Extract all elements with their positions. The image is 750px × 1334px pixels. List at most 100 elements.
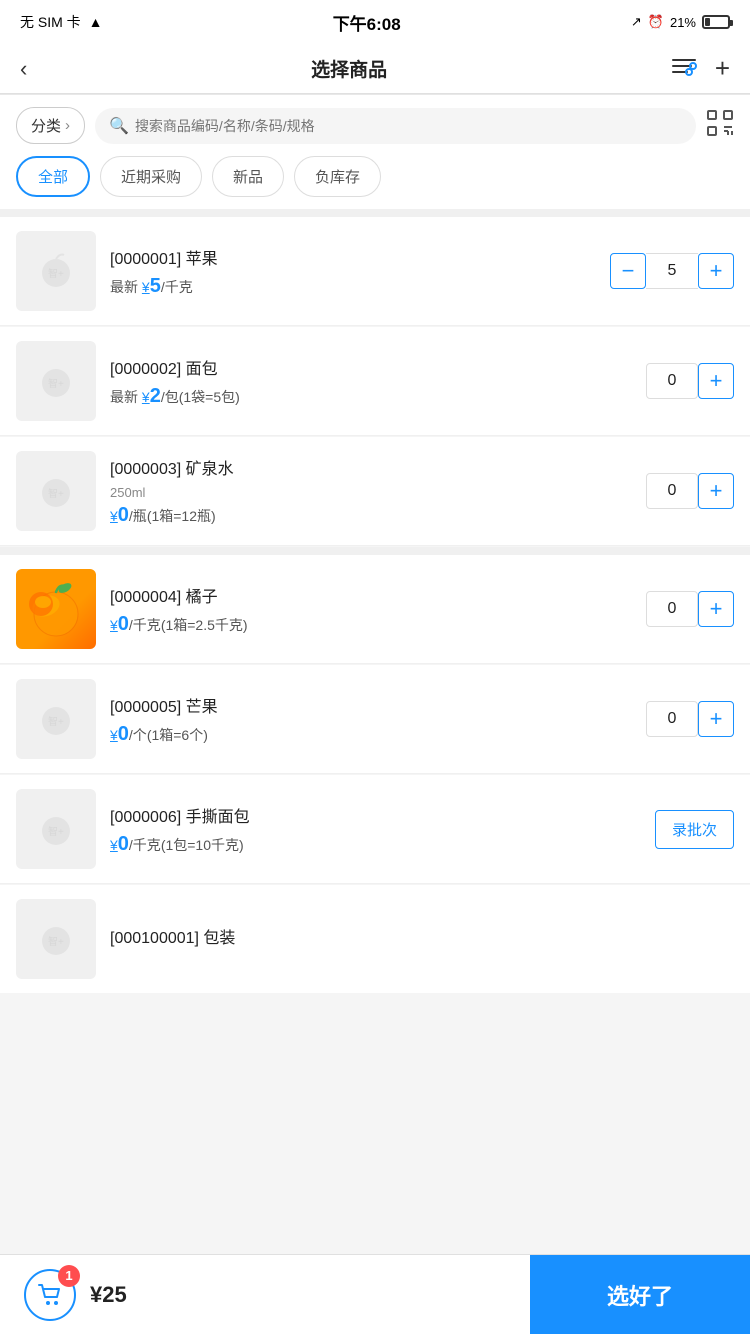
svg-text:智+: 智+ bbox=[48, 487, 64, 500]
tab-recent[interactable]: 近期采购 bbox=[100, 156, 202, 197]
product-image-6: 智+ bbox=[16, 899, 96, 979]
price-num-5: 0 bbox=[118, 833, 129, 855]
product-info-2: [0000003] 矿泉水 250ml ¥0/瓶(1箱=12瓶) bbox=[110, 455, 636, 527]
scan-icon[interactable] bbox=[706, 109, 734, 143]
battery-percent: 21% bbox=[670, 15, 696, 30]
product-actions-5: 录批次 bbox=[655, 810, 734, 849]
tab-all[interactable]: 全部 bbox=[16, 156, 90, 197]
quantity-input-4[interactable] bbox=[646, 701, 698, 737]
product-price-1: 最新 ¥2/包(1袋=5包) bbox=[110, 385, 636, 408]
status-bar: 无 SIM 卡 ▲ 下午6:08 ↗ ⏰ 21% bbox=[0, 0, 750, 44]
status-left: 无 SIM 卡 ▲ bbox=[20, 12, 103, 32]
category-label: 分类 bbox=[31, 115, 61, 136]
table-row: 智+ [0000002] 面包 最新 ¥2/包(1袋=5包) + bbox=[0, 327, 750, 436]
product-image-4: 智+ bbox=[16, 679, 96, 759]
svg-text:智+: 智+ bbox=[48, 267, 64, 280]
product-name-4: [0000005] 芒果 bbox=[110, 693, 636, 717]
table-row: [0000004] 橘子 ¥0/千克(1箱=2.5千克) + bbox=[0, 555, 750, 664]
svg-text:智+: 智+ bbox=[48, 825, 64, 838]
quantity-input-0[interactable] bbox=[646, 253, 698, 289]
product-list: 智+ [0000001] 苹果 最新 ¥5/千克 − + 智+ [0000002… bbox=[0, 217, 750, 1083]
decrement-button-0[interactable]: − bbox=[610, 253, 646, 289]
price-spec-2: (1箱=12瓶) bbox=[147, 508, 216, 524]
svg-text:智+: 智+ bbox=[48, 715, 64, 728]
svg-text:智+: 智+ bbox=[48, 935, 64, 948]
bottom-bar: 1 ¥25 选好了 bbox=[0, 1254, 750, 1334]
product-image-1: 智+ bbox=[16, 341, 96, 421]
tab-row: 全部 近期采购 新品 负库存 bbox=[0, 156, 750, 209]
product-image-5: 智+ bbox=[16, 789, 96, 869]
price-num-4: 0 bbox=[118, 723, 129, 745]
header: ‹ 选择商品 + bbox=[0, 44, 750, 94]
price-symbol-2: ¥ bbox=[110, 508, 118, 524]
price-unit-1: /包 bbox=[161, 389, 179, 405]
price-symbol-4: ¥ bbox=[110, 727, 118, 743]
tab-new[interactable]: 新品 bbox=[212, 156, 284, 197]
product-actions-2: + bbox=[646, 473, 734, 509]
table-row: 智+ [0000003] 矿泉水 250ml ¥0/瓶(1箱=12瓶) + bbox=[0, 437, 750, 546]
tab-negative[interactable]: 负库存 bbox=[294, 156, 381, 197]
price-symbol-1: ¥ bbox=[142, 389, 150, 405]
alarm-icon: ⏰ bbox=[648, 14, 664, 30]
product-image-0: 智+ bbox=[16, 231, 96, 311]
product-actions-0: − + bbox=[610, 253, 734, 289]
product-info-4: [0000005] 芒果 ¥0/个(1箱=6个) bbox=[110, 693, 636, 746]
status-time: 下午6:08 bbox=[333, 10, 401, 35]
product-price-0: 最新 ¥5/千克 bbox=[110, 275, 600, 298]
search-icon: 🔍 bbox=[109, 116, 129, 136]
price-spec-4: (1箱=6个) bbox=[147, 727, 208, 743]
back-button[interactable]: ‹ bbox=[20, 56, 27, 82]
increment-button-0[interactable]: + bbox=[698, 253, 734, 289]
price-unit-3: /千克 bbox=[129, 617, 161, 633]
product-image-3 bbox=[16, 569, 96, 649]
cart-total: ¥25 bbox=[90, 1282, 127, 1308]
product-name-2: [0000003] 矿泉水 bbox=[110, 455, 636, 479]
increment-button-2[interactable]: + bbox=[698, 473, 734, 509]
product-info-5: [0000006] 手撕面包 ¥0/千克(1包=10千克) bbox=[110, 803, 645, 856]
product-price-4: ¥0/个(1箱=6个) bbox=[110, 723, 636, 746]
cart-button[interactable]: 1 bbox=[24, 1269, 76, 1321]
product-price-2: ¥0/瓶(1箱=12瓶) bbox=[110, 504, 636, 527]
increment-button-3[interactable]: + bbox=[698, 591, 734, 627]
quantity-input-3[interactable] bbox=[646, 591, 698, 627]
quantity-input-1[interactable] bbox=[646, 363, 698, 399]
price-label-0: 最新 bbox=[110, 279, 138, 295]
add-icon[interactable]: + bbox=[715, 53, 730, 84]
product-info-1: [0000002] 面包 最新 ¥2/包(1袋=5包) bbox=[110, 355, 636, 408]
increment-button-1[interactable]: + bbox=[698, 363, 734, 399]
cart-section: 1 ¥25 bbox=[0, 1269, 530, 1321]
table-row: 智+ [000100001] 包装 bbox=[0, 885, 750, 993]
filter-icon[interactable] bbox=[671, 55, 697, 83]
product-price-5: ¥0/千克(1包=10千克) bbox=[110, 833, 645, 856]
svg-text:智+: 智+ bbox=[48, 377, 64, 390]
price-unit-2: /瓶 bbox=[129, 508, 147, 524]
carrier-label: 无 SIM 卡 bbox=[20, 12, 81, 32]
cart-badge: 1 bbox=[58, 1265, 80, 1287]
confirm-button[interactable]: 选好了 bbox=[530, 1255, 750, 1334]
table-row: 智+ [0000006] 手撕面包 ¥0/千克(1包=10千克) 录批次 bbox=[0, 775, 750, 884]
price-symbol-5: ¥ bbox=[110, 837, 118, 853]
batch-button-5[interactable]: 录批次 bbox=[655, 810, 734, 849]
price-spec-5: (1包=10千克) bbox=[161, 837, 244, 853]
page-title: 选择商品 bbox=[311, 55, 387, 82]
filter-row: 分类 › 🔍 bbox=[0, 95, 750, 156]
price-symbol-0: ¥ bbox=[142, 279, 150, 295]
product-name-5: [0000006] 手撕面包 bbox=[110, 803, 645, 827]
price-unit-5: /千克 bbox=[129, 837, 161, 853]
search-input[interactable] bbox=[135, 118, 682, 134]
price-label-1: 最新 bbox=[110, 389, 138, 405]
table-row: 智+ [0000001] 苹果 最新 ¥5/千克 − + bbox=[0, 217, 750, 326]
category-button[interactable]: 分类 › bbox=[16, 107, 85, 144]
increment-button-4[interactable]: + bbox=[698, 701, 734, 737]
product-spec2-2: 250ml bbox=[110, 485, 636, 500]
table-row: 智+ [0000005] 芒果 ¥0/个(1箱=6个) + bbox=[0, 665, 750, 774]
product-name-6: [000100001] 包装 bbox=[110, 924, 734, 948]
price-num-0: 5 bbox=[150, 275, 161, 297]
product-actions-4: + bbox=[646, 701, 734, 737]
quantity-input-2[interactable] bbox=[646, 473, 698, 509]
product-info-3: [0000004] 橘子 ¥0/千克(1箱=2.5千克) bbox=[110, 583, 636, 636]
product-name-0: [0000001] 苹果 bbox=[110, 245, 600, 269]
price-spec-3: (1箱=2.5千克) bbox=[161, 617, 248, 633]
product-actions-3: + bbox=[646, 591, 734, 627]
wifi-icon: ▲ bbox=[89, 14, 103, 30]
